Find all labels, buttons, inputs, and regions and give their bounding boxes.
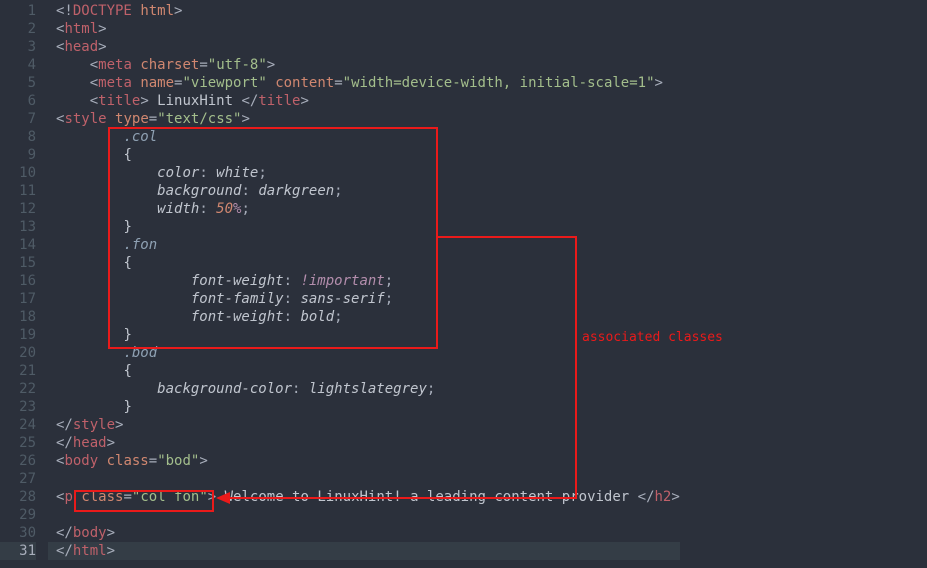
code-line[interactable]: </html> [48,542,680,560]
code-line[interactable]: <title> LinuxHint </title> [56,92,680,110]
code-line[interactable]: <p class="col fon"> Welcome to LinuxHint… [56,488,680,506]
code-line[interactable]: font-family: sans-serif; [56,290,680,308]
line-number: 1 [0,2,36,20]
code-line[interactable]: width: 50%; [56,200,680,218]
line-number: 4 [0,56,36,74]
line-number: 29 [0,506,36,524]
code-line[interactable]: </body> [56,524,680,542]
code-line[interactable]: } [56,218,680,236]
code-line[interactable] [56,506,680,524]
line-number: 12 [0,200,36,218]
line-number: 11 [0,182,36,200]
code-editor[interactable]: 1234567891011121314151617181920212223242… [0,0,927,568]
code-line[interactable]: <meta name="viewport" content="width=dev… [56,74,680,92]
line-number: 19 [0,326,36,344]
code-line[interactable]: { [56,146,680,164]
code-line[interactable]: { [56,254,680,272]
code-line[interactable]: </style> [56,416,680,434]
code-line[interactable]: </head> [56,434,680,452]
code-line[interactable] [56,470,680,488]
code-line[interactable]: } [56,398,680,416]
line-number: 2 [0,20,36,38]
code-line[interactable]: <meta charset="utf-8"> [56,56,680,74]
line-number: 7 [0,110,36,128]
line-number: 3 [0,38,36,56]
line-number: 5 [0,74,36,92]
line-number: 8 [0,128,36,146]
line-number: 15 [0,254,36,272]
line-number: 13 [0,218,36,236]
line-number: 20 [0,344,36,362]
code-line[interactable]: .fon [56,236,680,254]
line-number: 31 [0,542,36,560]
line-number: 21 [0,362,36,380]
line-number: 14 [0,236,36,254]
line-number: 6 [0,92,36,110]
code-line[interactable]: <body class="bod"> [56,452,680,470]
line-number: 16 [0,272,36,290]
code-line[interactable]: <html> [56,20,680,38]
code-line[interactable]: <head> [56,38,680,56]
line-number: 28 [0,488,36,506]
code-line[interactable]: background-color: lightslategrey; [56,380,680,398]
line-number: 10 [0,164,36,182]
code-area[interactable]: <!DOCTYPE html><html><head> <meta charse… [48,0,680,568]
line-number: 25 [0,434,36,452]
line-number: 24 [0,416,36,434]
code-line[interactable]: { [56,362,680,380]
line-number: 27 [0,470,36,488]
line-number: 30 [0,524,36,542]
code-line[interactable]: background: darkgreen; [56,182,680,200]
line-number: 23 [0,398,36,416]
line-number: 22 [0,380,36,398]
line-number: 18 [0,308,36,326]
code-line[interactable]: <style type="text/css"> [56,110,680,128]
code-line[interactable]: } [56,326,680,344]
line-number: 9 [0,146,36,164]
line-number-gutter: 1234567891011121314151617181920212223242… [0,0,48,568]
line-number: 26 [0,452,36,470]
code-line[interactable]: font-weight: bold; [56,308,680,326]
code-line[interactable]: .col [56,128,680,146]
line-number: 17 [0,290,36,308]
code-line[interactable]: .bod [56,344,680,362]
code-line[interactable]: font-weight: !important; [56,272,680,290]
code-line[interactable]: <!DOCTYPE html> [56,2,680,20]
code-line[interactable]: color: white; [56,164,680,182]
